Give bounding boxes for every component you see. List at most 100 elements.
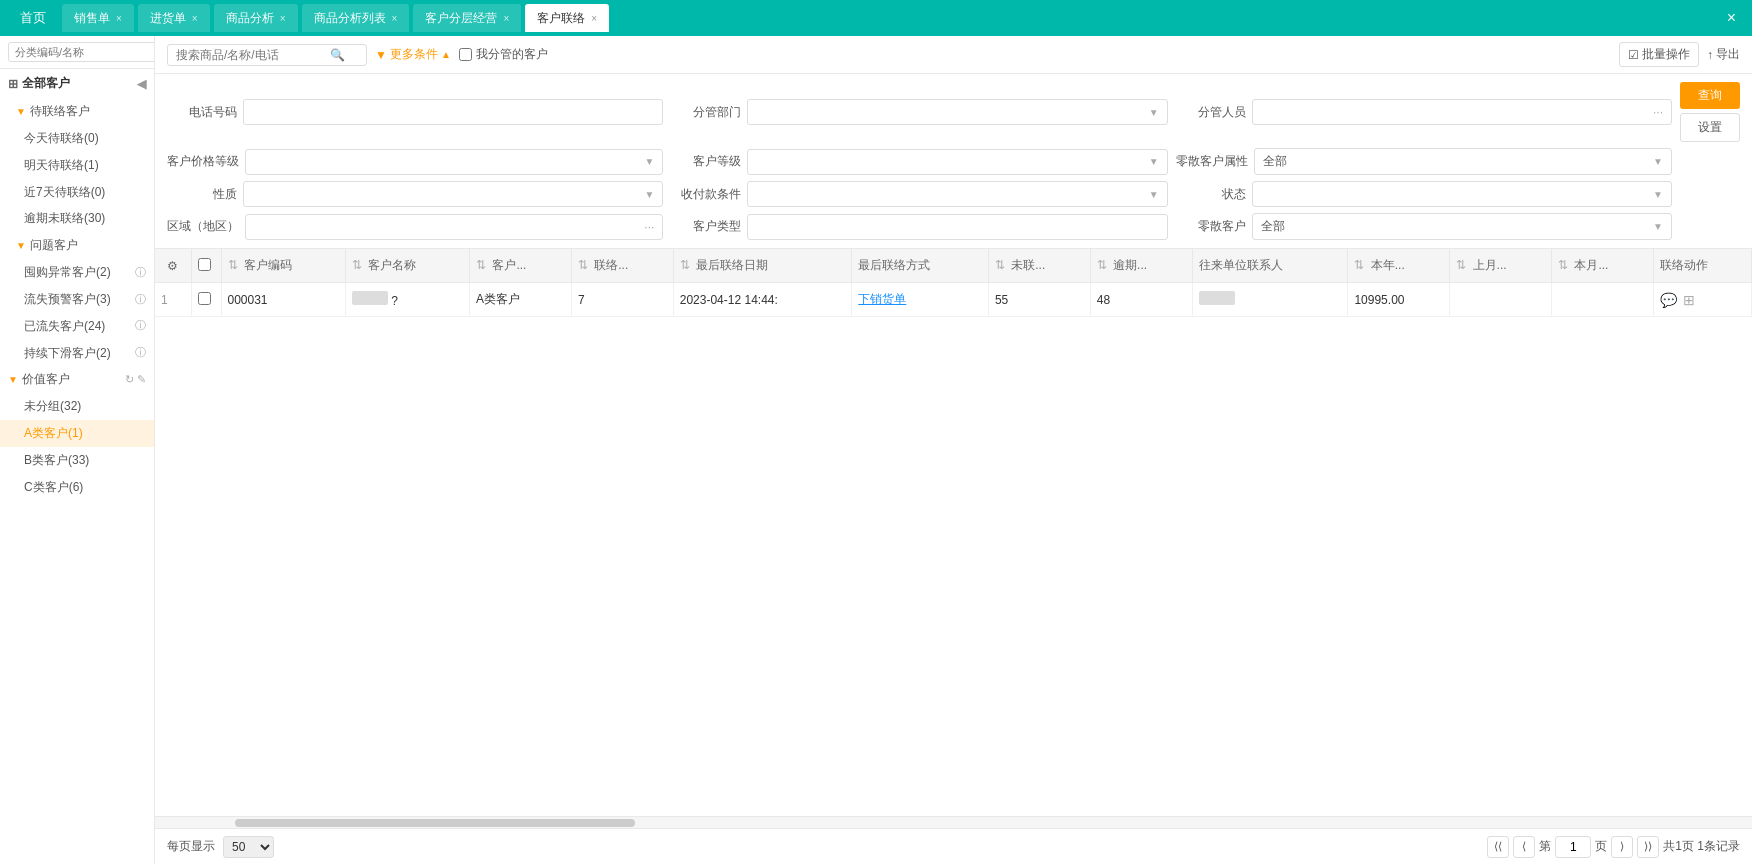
col-last-method-header[interactable]: 最后联络方式 <box>852 249 989 283</box>
nav-tab-analysis[interactable]: 商品分析 × <box>214 4 298 32</box>
col-name-header[interactable]: ⇅ 客户名称 <box>345 249 469 283</box>
per-page-select[interactable]: 50 100 200 <box>223 836 274 858</box>
filter-dept-input[interactable]: ▼ <box>747 99 1167 125</box>
my-customers-filter[interactable]: 我分管的客户 <box>459 46 548 63</box>
value-refresh-icon[interactable]: ↻ <box>125 373 134 386</box>
filter-search-icon[interactable]: 🔍 <box>330 48 345 62</box>
select-all-checkbox[interactable] <box>198 258 211 271</box>
filter-nature-input[interactable]: ▼ <box>243 181 663 207</box>
row-company-contact-placeholder <box>1199 291 1235 305</box>
nav-tab-analysis-list-close[interactable]: × <box>392 13 398 24</box>
page-next-button[interactable]: ⟩ <box>1611 836 1633 858</box>
row-chat-icon[interactable]: 💬 <box>1660 292 1677 308</box>
row-checkbox[interactable] <box>198 292 211 305</box>
main-layout: 🔍 ⊞ 全部客户 ◀ ▼ 待联络客户 今天待联络(0) 明天待联络(1) 近7天… <box>0 36 1752 864</box>
row-last-method[interactable]: 下销货单 <box>858 292 906 306</box>
sidebar-item-declining[interactable]: 持续下滑客户(2) ⓘ <box>0 340 154 367</box>
nav-tab-customer-contact[interactable]: 客户联络 × <box>525 4 609 32</box>
col-settings[interactable]: ⚙ <box>155 249 191 283</box>
filter-retail-customer-input[interactable]: 全部 ▼ <box>1252 213 1672 240</box>
sidebar-group-problem[interactable]: ▼ 问题客户 <box>0 232 154 259</box>
nav-tab-customer-contact-close[interactable]: × <box>591 13 597 24</box>
nav-tab-purchase-close[interactable]: × <box>192 13 198 24</box>
row-level-cell: A类客户 <box>470 283 572 317</box>
sidebar-item-c-class[interactable]: C类客户(6) <box>0 474 154 501</box>
filter-manager-input[interactable]: ··· <box>1252 99 1672 125</box>
sidebar-group-value[interactable]: ▼ 价值客户 ↻ ✎ <box>0 366 154 393</box>
filter-payment-label: 收付款条件 <box>671 186 741 203</box>
col-last-date-sort-icon: ⇅ <box>680 258 690 272</box>
nav-tab-customer-layer-close[interactable]: × <box>503 13 509 24</box>
col-level-sort-icon: ⇅ <box>476 258 486 272</box>
nav-tab-sales-close[interactable]: × <box>116 13 122 24</box>
col-overdue-header[interactable]: ⇅ 逾期... <box>1090 249 1192 283</box>
export-label: 导出 <box>1716 46 1740 63</box>
filter-payment: 收付款条件 ▼ <box>671 181 1167 207</box>
row-qr-icon[interactable]: ⊞ <box>1683 292 1695 308</box>
sidebar-item-hoarding[interactable]: 囤购异常客户(2) ⓘ <box>0 259 154 286</box>
col-company-contact-header[interactable]: 往来单位联系人 <box>1192 249 1348 283</box>
row-last-date: 2023-04-12 14:44: <box>680 293 778 307</box>
settings-button[interactable]: 设置 <box>1680 113 1740 142</box>
price-level-chevron-icon: ▼ <box>644 156 654 167</box>
page-number-input[interactable] <box>1555 836 1591 858</box>
filter-price-level-input[interactable]: ▼ <box>245 149 663 175</box>
scrollbar-thumb[interactable] <box>235 819 635 827</box>
filter-customer-type-input[interactable] <box>747 214 1167 240</box>
value-edit-icon[interactable]: ✎ <box>137 373 146 386</box>
sidebar-search-input[interactable] <box>8 42 155 62</box>
sidebar-collapse-icon[interactable]: ◀ <box>137 77 146 91</box>
row-action-cell: 💬 ⊞ <box>1653 283 1751 317</box>
row-this-year: 10995.00 <box>1354 293 1404 307</box>
nav-tab-customer-layer[interactable]: 客户分层经营 × <box>413 4 521 32</box>
row-name-placeholder <box>352 291 388 305</box>
my-customers-checkbox[interactable] <box>459 48 472 61</box>
col-this-year-header[interactable]: ⇅ 本年... <box>1348 249 1450 283</box>
sidebar-group-pending[interactable]: ▼ 待联络客户 <box>0 98 154 125</box>
batch-op-checkbox-icon: ☑ <box>1628 48 1639 62</box>
filter-search-input[interactable] <box>176 48 326 62</box>
sidebar-item-a-class[interactable]: A类客户(1) <box>0 420 154 447</box>
sidebar-item-unclassified[interactable]: 未分组(32) <box>0 393 154 420</box>
col-this-month-sort-icon: ⇅ <box>1558 258 1568 272</box>
page-first-button[interactable]: ⟨⟨ <box>1487 836 1509 858</box>
window-close-button[interactable]: × <box>1719 9 1744 27</box>
sidebar-item-tomorrow-pending[interactable]: 明天待联络(1) <box>0 152 154 179</box>
row-contact-count: 7 <box>578 293 585 307</box>
sidebar-item-churn-warning[interactable]: 流失预警客户(3) ⓘ <box>0 286 154 313</box>
sidebar-item-7days-pending[interactable]: 近7天待联络(0) <box>0 179 154 206</box>
query-button[interactable]: 查询 <box>1680 82 1740 109</box>
col-last-date-header[interactable]: ⇅ 最后联络日期 <box>673 249 852 283</box>
nav-tab-sales[interactable]: 销售单 × <box>62 4 134 32</box>
filter-status-input[interactable]: ▼ <box>1252 181 1672 207</box>
nav-tab-analysis-close[interactable]: × <box>280 13 286 24</box>
row-name-q: ? <box>391 294 398 308</box>
sidebar-item-today-pending[interactable]: 今天待联络(0) <box>0 125 154 152</box>
col-code-header[interactable]: ⇅ 客户编码 <box>221 249 345 283</box>
page-prev-button[interactable]: ⟨ <box>1513 836 1535 858</box>
filter-more-btn[interactable]: ▼ 更多条件 ▲ <box>375 46 451 63</box>
col-last-month-header[interactable]: ⇅ 上月... <box>1450 249 1552 283</box>
col-no-contact-header[interactable]: ⇅ 未联... <box>988 249 1090 283</box>
filter-phone-input[interactable] <box>243 99 663 125</box>
nav-home[interactable]: 首页 <box>8 4 58 32</box>
batch-op-button[interactable]: ☑ 批量操作 <box>1619 42 1699 67</box>
filter-payment-input[interactable]: ▼ <box>747 181 1167 207</box>
export-button[interactable]: ↑ 导出 <box>1707 46 1740 63</box>
page-last-button[interactable]: ⟩⟩ <box>1637 836 1659 858</box>
nav-tab-purchase-label: 进货单 <box>150 10 186 27</box>
sidebar-item-overdue-pending[interactable]: 逾期未联络(30) <box>0 205 154 232</box>
all-customers-header[interactable]: ⊞ 全部客户 ◀ <box>0 69 154 98</box>
col-contact-count-sort-icon: ⇅ <box>578 258 588 272</box>
filter-region-input[interactable]: ··· <box>245 214 663 240</box>
nav-tab-purchase[interactable]: 进货单 × <box>138 4 210 32</box>
nav-tab-analysis-list[interactable]: 商品分析列表 × <box>302 4 410 32</box>
horizontal-scrollbar[interactable] <box>155 816 1752 828</box>
col-this-month-header[interactable]: ⇅ 本月... <box>1552 249 1654 283</box>
sidebar-item-b-class[interactable]: B类客户(33) <box>0 447 154 474</box>
filter-retail-attr-input[interactable]: 全部 ▼ <box>1254 148 1672 175</box>
col-level-header[interactable]: ⇅ 客户... <box>470 249 572 283</box>
filter-customer-level-input[interactable]: ▼ <box>747 149 1167 175</box>
sidebar-item-churned[interactable]: 已流失客户(24) ⓘ <box>0 313 154 340</box>
col-contact-count-header[interactable]: ⇅ 联络... <box>571 249 673 283</box>
